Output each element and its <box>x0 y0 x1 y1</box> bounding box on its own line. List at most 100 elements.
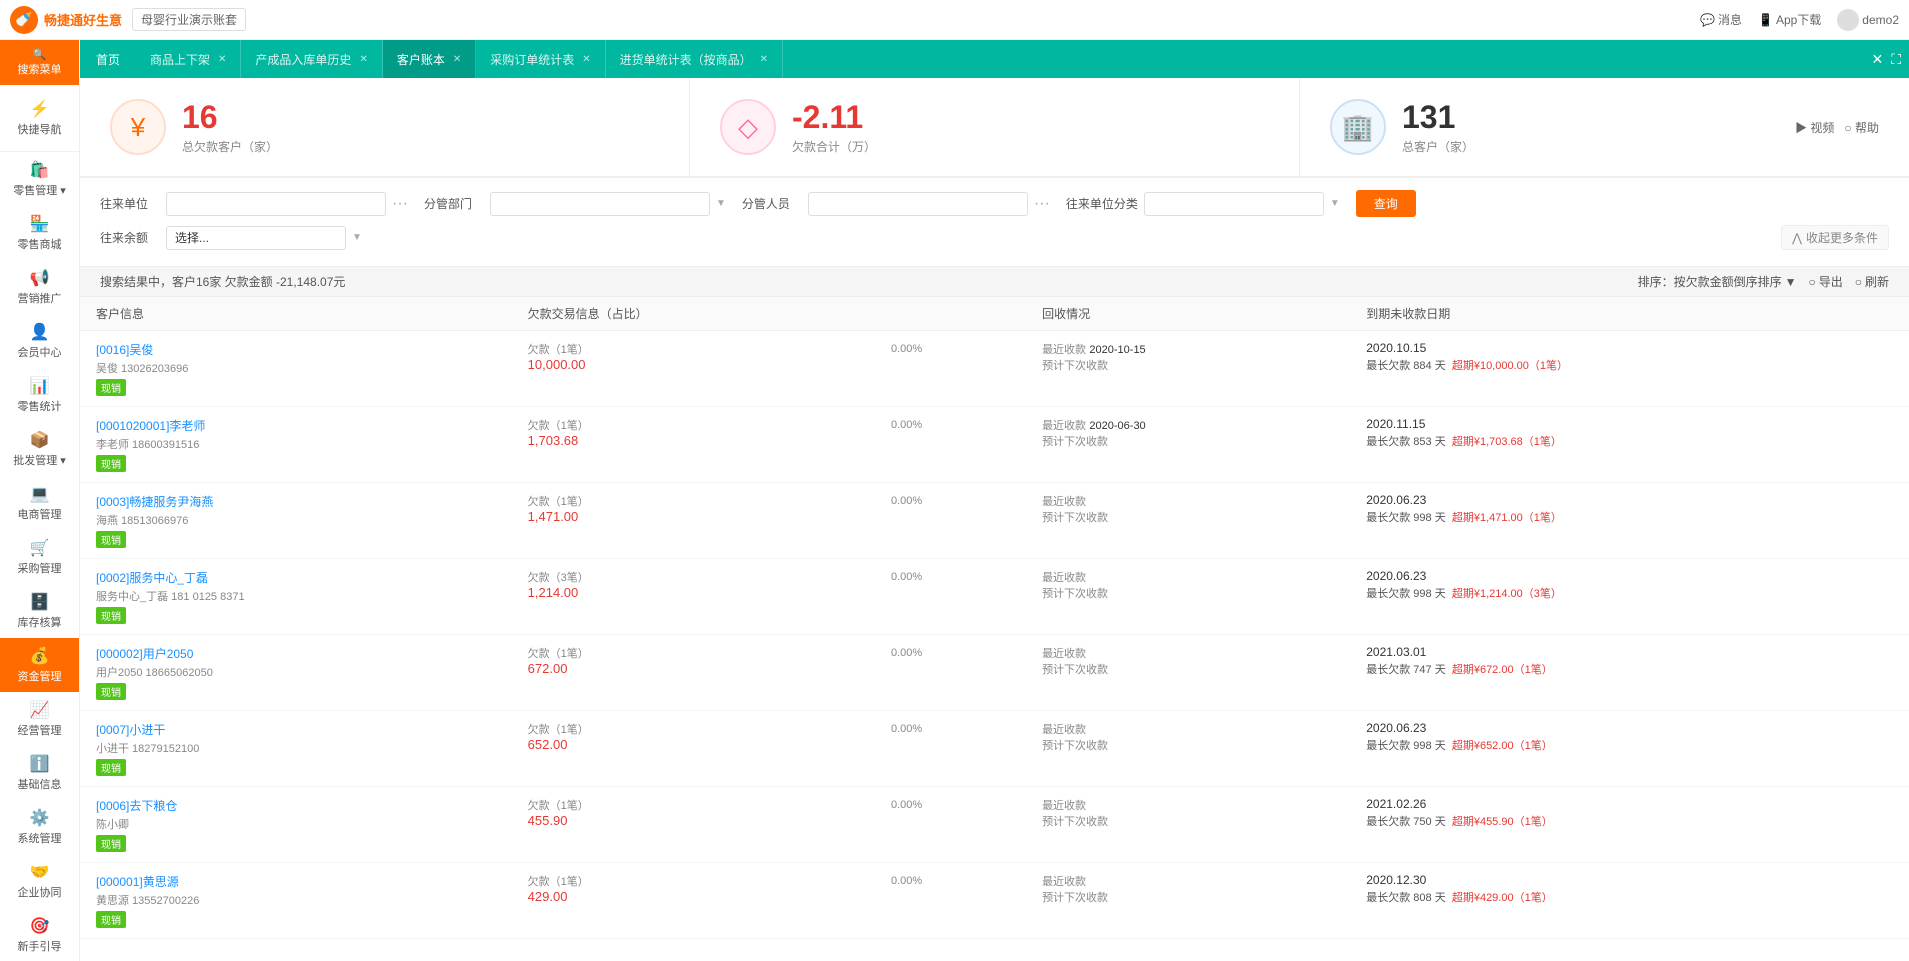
max-overdue-6: 最长欠款 750 天 <box>1366 816 1445 828</box>
close-tab-purchase-stats-by-product[interactable]: ✕ <box>760 54 768 65</box>
sidebar-item-enterprise[interactable]: 🤝 企业协同 <box>0 854 79 908</box>
cell-debt-ratio-6: 0.00% <box>875 787 1026 863</box>
due-date-7: 2020.12.30 <box>1366 873 1893 887</box>
filter-area: 往来单位 ··· 分管部门 ▼ 分管人员 ··· <box>80 178 1909 267</box>
close-tab-product-listing[interactable]: ✕ <box>218 54 226 65</box>
debt-amount-4[interactable]: 672.00 <box>528 661 859 676</box>
due-date-1: 2020.11.15 <box>1366 417 1893 431</box>
sidebar-item-inventory[interactable]: 🗄️ 库存核算 <box>0 584 79 638</box>
unit-category-input[interactable] <box>1144 192 1324 216</box>
customer-badge-1: 现销 <box>96 455 126 472</box>
sidebar-item-purchase[interactable]: 🛒 采购管理 <box>0 530 79 584</box>
tab-purchase-order-stats[interactable]: 采购订单统计表 ✕ <box>476 40 605 78</box>
customer-name-link-2[interactable]: [0003]畅捷服务尹海燕 <box>96 495 213 509</box>
debt-amount-1[interactable]: 1,703.68 <box>528 433 859 448</box>
tab-production-history[interactable]: 产成品入库单历史 ✕ <box>241 40 382 78</box>
cell-collect-status-4: 最近收款 预计下次收款 <box>1026 635 1350 711</box>
person-dots[interactable]: ··· <box>1034 195 1050 213</box>
overdue-link-0[interactable]: 超期¥10,000.00（1笔） <box>1452 360 1568 372</box>
debt-customers-number: 16 <box>182 99 278 136</box>
debt-amount-3[interactable]: 1,214.00 <box>528 585 859 600</box>
due-date-4: 2021.03.01 <box>1366 645 1893 659</box>
sidebar-item-ecommerce[interactable]: 💻 电商管理 <box>0 476 79 530</box>
sidebar-item-quick-nav[interactable]: ⚡ 快捷导航 <box>0 91 79 145</box>
cell-collect-status-1: 最近收款 2020-06-30 预计下次收款 <box>1026 407 1350 483</box>
close-tab-purchase-order-stats[interactable]: ✕ <box>582 54 590 65</box>
sidebar-item-member[interactable]: 👤 会员中心 <box>0 314 79 368</box>
debt-desc-3: 欠款（3笔） <box>528 569 859 585</box>
tab-bar: 首页 商品上下架 ✕ 产成品入库单历史 ✕ 客户账本 ✕ 采购订单统计表 ✕ <box>80 40 1909 78</box>
overdue-link-1[interactable]: 超期¥1,703.68（1笔） <box>1452 436 1562 448</box>
sort-label: 排序：按欠款金额倒序排序 <box>1638 273 1782 290</box>
customer-name-link-1[interactable]: [0001020001]李老师 <box>96 419 205 433</box>
overdue-link-7[interactable]: 超期¥429.00（1笔） <box>1452 892 1553 904</box>
export-btn[interactable]: ○ 导出 <box>1808 273 1842 290</box>
customer-name-link-7[interactable]: [000001]黄思源 <box>96 875 179 889</box>
tab-home[interactable]: 首页 <box>80 40 136 78</box>
balance-select[interactable]: 选择... <box>166 226 346 250</box>
from-unit-input[interactable] <box>166 192 386 216</box>
sidebar-item-retail-mgmt[interactable]: 🛍️ 零售管理 ▾ <box>0 152 79 206</box>
close-tab-customer-account[interactable]: ✕ <box>453 54 461 65</box>
customer-name-link-6[interactable]: [0006]去下粮仓 <box>96 799 177 813</box>
customer-phone-1: 李老师 18600391516 <box>96 436 496 452</box>
sidebar-item-finance[interactable]: 💰 资金管理 <box>0 638 79 692</box>
person-input[interactable] <box>808 192 1028 216</box>
tab-purchase-stats-by-product[interactable]: 进货单统计表（按商品） ✕ <box>606 40 783 78</box>
cell-debt-desc-1: 欠款（1笔） 1,703.68 <box>512 407 875 483</box>
sidebar-item-retail-mall[interactable]: 🏪 零售商城 <box>0 206 79 260</box>
tab-fullscreen[interactable]: ⛶ <box>1891 51 1901 68</box>
collapse-filter-btn[interactable]: ⋀ 收起更多条件 <box>1781 225 1889 250</box>
debt-amount-5[interactable]: 652.00 <box>528 737 859 752</box>
next-collect-label-0: 预计下次收款 <box>1042 357 1334 373</box>
customer-name-link-5[interactable]: [0007]小进干 <box>96 723 165 737</box>
tab-product-listing[interactable]: 商品上下架 ✕ <box>136 40 241 78</box>
cell-due-date-3: 2020.06.23 最长欠款 998 天 超期¥1,214.00（3笔） <box>1350 559 1909 635</box>
cell-due-date-0: 2020.10.15 最长欠款 884 天 超期¥10,000.00（1笔） <box>1350 331 1909 407</box>
store-selector[interactable]: 母婴行业演示账套 <box>132 8 246 31</box>
customer-name-link-0[interactable]: [0016]吴俊 <box>96 343 153 357</box>
max-overdue-0: 最长欠款 884 天 <box>1366 360 1445 372</box>
tab-customer-account[interactable]: 客户账本 ✕ <box>383 40 476 78</box>
app-download-link[interactable]: 📱 App下载 <box>1758 11 1821 28</box>
results-summary: 搜索结果中，客户16家 欠款金额 -21,148.07元 <box>100 273 345 290</box>
debt-amount-6[interactable]: 455.90 <box>528 813 859 828</box>
video-help-btn[interactable]: ▶ 视频 <box>1795 119 1834 136</box>
tab-close-all[interactable]: ✕ <box>1871 51 1883 68</box>
dept-input[interactable] <box>490 192 710 216</box>
sidebar-item-basic-info[interactable]: ℹ️ 基础信息 <box>0 746 79 800</box>
sidebar-item-guide[interactable]: 🎯 新手引导 <box>0 908 79 961</box>
sidebar-item-system[interactable]: ⚙️ 系统管理 <box>0 800 79 854</box>
query-button[interactable]: 查询 <box>1356 190 1416 217</box>
close-tab-production-history[interactable]: ✕ <box>359 54 367 65</box>
help-btn[interactable]: ○ 帮助 <box>1844 119 1879 136</box>
dept-arrow[interactable]: ▼ <box>716 198 726 209</box>
sidebar-item-wholesale[interactable]: 📦 批发管理 ▾ <box>0 422 79 476</box>
total-customers-label: 总客户（家） <box>1402 138 1474 155</box>
user-menu[interactable]: demo2 <box>1837 9 1899 31</box>
stat-block-total-customers: 🏢 131 总客户（家） ▶ 视频 ○ 帮助 <box>1300 78 1909 176</box>
overdue-link-4[interactable]: 超期¥672.00（1笔） <box>1452 664 1553 676</box>
sort-control[interactable]: 排序：按欠款金额倒序排序 ▼ <box>1638 273 1797 290</box>
message-link[interactable]: 💬 消息 <box>1700 11 1742 28</box>
max-overdue-1: 最长欠款 853 天 <box>1366 436 1445 448</box>
debt-amount-2[interactable]: 1,471.00 <box>528 509 859 524</box>
from-unit-dots[interactable]: ··· <box>392 195 408 213</box>
filter-from-unit: 往来单位 ··· <box>100 192 408 216</box>
overdue-link-6[interactable]: 超期¥455.90（1笔） <box>1452 816 1553 828</box>
sidebar-item-marketing[interactable]: 📢 营销推广 <box>0 260 79 314</box>
customer-name-link-4[interactable]: [000002]用户2050 <box>96 647 193 661</box>
debt-amount-0[interactable]: 10,000.00 <box>528 357 859 372</box>
total-customers-number: 131 <box>1402 99 1474 136</box>
customer-name-link-3[interactable]: [0002]服务中心_丁磊 <box>96 571 208 585</box>
refresh-btn[interactable]: ○ 刷新 <box>1855 273 1889 290</box>
overdue-link-2[interactable]: 超期¥1,471.00（1笔） <box>1452 512 1562 524</box>
overdue-link-3[interactable]: 超期¥1,214.00（3笔） <box>1452 588 1562 600</box>
sidebar-item-retail-stats[interactable]: 📊 零售统计 <box>0 368 79 422</box>
unit-category-arrow[interactable]: ▼ <box>1330 198 1340 209</box>
debt-amount-7[interactable]: 429.00 <box>528 889 859 904</box>
sidebar-search[interactable]: 🔍 搜索菜单 <box>0 40 79 85</box>
overdue-link-5[interactable]: 超期¥652.00（1笔） <box>1452 740 1553 752</box>
sidebar-item-ops[interactable]: 📈 经营管理 <box>0 692 79 746</box>
debt-ratio-1: 0.00% <box>891 419 1010 431</box>
